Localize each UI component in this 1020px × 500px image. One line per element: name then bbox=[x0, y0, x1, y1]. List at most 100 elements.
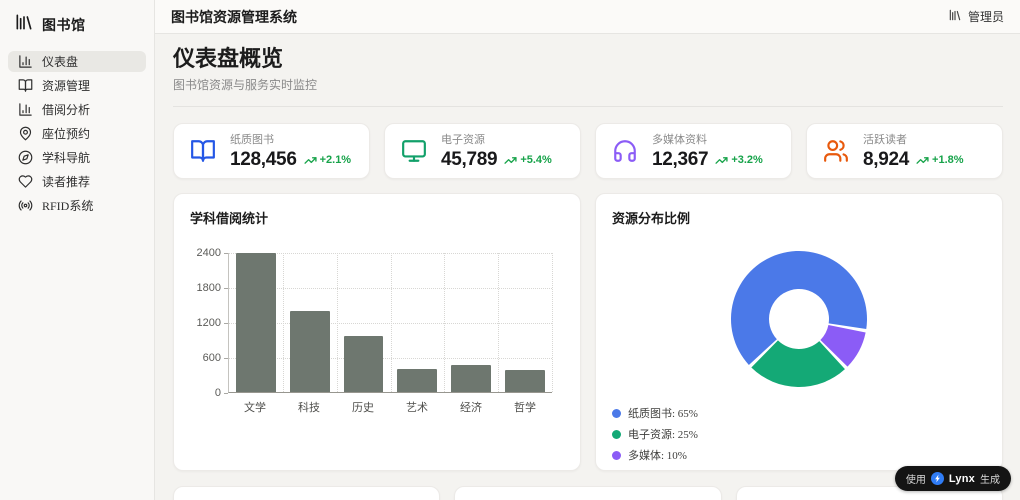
x-axis-label: 历史 bbox=[352, 402, 374, 415]
brand-logo: 图书馆 bbox=[8, 8, 146, 51]
sidebar-item-读者推荐[interactable]: 读者推荐 bbox=[8, 171, 146, 192]
sidebar-nav: 仪表盘资源管理借阅分析座位预约学科导航读者推荐 RFID系统 bbox=[8, 51, 146, 216]
bar-chart-icon bbox=[18, 54, 33, 69]
bottom-card-快速操作: 快速操作 bbox=[173, 486, 441, 500]
bar-历史 bbox=[343, 335, 384, 393]
sidebar-item-label: 学科导航 bbox=[42, 151, 91, 165]
sidebar: 图书馆 仪表盘资源管理借阅分析座位预约学科导航读者推荐 RFID系统 bbox=[0, 0, 155, 500]
legend-dot bbox=[612, 450, 621, 460]
donut-chart-card: 资源分布比例 纸质图书: 65% 电子资源: 25% 多媒体: 10% bbox=[595, 193, 1003, 472]
bar-chart-icon bbox=[18, 102, 33, 117]
sidebar-item-label: 仪表盘 bbox=[42, 55, 79, 69]
legend-label: 纸质图书: 65% bbox=[628, 408, 698, 421]
brand-name: 图书馆 bbox=[42, 18, 86, 34]
donut-chart-title: 资源分布比例 bbox=[612, 211, 691, 227]
trending-up-icon bbox=[304, 154, 317, 167]
monitor-icon bbox=[401, 138, 427, 164]
x-axis-label: 科技 bbox=[298, 402, 320, 415]
sidebar-item-资源管理[interactable]: 资源管理 bbox=[8, 75, 146, 96]
stat-trend: +1.8% bbox=[916, 154, 964, 167]
badge-prefix: 使用 bbox=[905, 475, 926, 486]
library-icon bbox=[948, 8, 962, 26]
stat-label: 纸质图书 bbox=[230, 134, 274, 147]
stat-trend: +2.1% bbox=[304, 154, 351, 167]
sidebar-item-学科导航[interactable]: 学科导航 bbox=[8, 147, 146, 168]
stat-trend: +5.4% bbox=[504, 154, 552, 167]
bar-哲学 bbox=[505, 369, 545, 393]
x-axis-label: 文学 bbox=[244, 402, 266, 415]
y-axis-tick-label: 1200 bbox=[196, 317, 221, 330]
bottom-card-系统状态: 系统状态 bbox=[454, 486, 722, 500]
bar-艺术 bbox=[397, 369, 438, 393]
stat-value: 8,924 bbox=[863, 149, 910, 171]
x-axis-label: 艺术 bbox=[406, 402, 428, 415]
users-icon bbox=[823, 138, 849, 164]
sidebar-item-仪表盘[interactable]: 仪表盘 bbox=[8, 51, 146, 72]
donut-chart bbox=[612, 239, 986, 399]
stat-card-电子资源: 电子资源 45,789 +5.4% bbox=[384, 123, 581, 180]
stat-label: 活跃读者 bbox=[863, 134, 907, 147]
sidebar-item-label: 资源管理 bbox=[42, 79, 91, 93]
badge-brand: Lynx bbox=[948, 472, 975, 485]
legend-item: 电子资源: 25% bbox=[612, 426, 698, 442]
x-axis-label: 经济 bbox=[460, 402, 482, 415]
app-root: 图书馆 仪表盘资源管理借阅分析座位预约学科导航读者推荐 RFID系统 图书馆资源管… bbox=[0, 0, 1020, 500]
main-column: 图书馆资源管理系统 管理员 仪表盘概览 图书馆资源与服务实时监控 纸质图书 128… bbox=[155, 0, 1020, 500]
page-header: 仪表盘概览 图书馆资源与服务实时监控 bbox=[173, 46, 1003, 108]
book-open-icon bbox=[190, 138, 216, 164]
x-axis-label: 哲学 bbox=[514, 402, 536, 415]
sidebar-item-label: 座位预约 bbox=[42, 127, 91, 141]
sidebar-item-label: 借阅分析 bbox=[42, 103, 91, 117]
sidebar-item-RFID系统[interactable]: RFID系统 bbox=[8, 195, 146, 216]
trending-up-icon bbox=[916, 154, 929, 167]
bar-chart-plot bbox=[228, 253, 553, 394]
stat-trend: +3.2% bbox=[715, 154, 763, 167]
legend-label: 多媒体: 10% bbox=[628, 450, 687, 463]
lynx-badge[interactable]: 使用 Lynx 生成 bbox=[894, 466, 1011, 491]
charts-row: 学科借阅统计 0 600 1200 1800 2400 文学 科技 历史 艺术 经济 哲学 资源分布… bbox=[173, 193, 1003, 472]
lynx-logo-icon bbox=[930, 472, 944, 485]
stat-body: 纸质图书 128,456 +2.1% bbox=[230, 131, 351, 171]
book-open-icon bbox=[18, 78, 33, 93]
stat-body: 活跃读者 8,924 +1.8% bbox=[863, 131, 964, 171]
page-title: 仪表盘概览 bbox=[173, 46, 284, 71]
y-axis-tick bbox=[224, 393, 228, 395]
trending-up-icon bbox=[504, 154, 517, 167]
sidebar-item-label: 读者推荐 bbox=[42, 175, 91, 189]
stat-value: 128,456 bbox=[230, 149, 297, 171]
library-icon bbox=[14, 12, 34, 37]
y-axis-tick-label: 2400 bbox=[196, 247, 221, 260]
legend-item: 纸质图书: 65% bbox=[612, 405, 698, 421]
y-axis-tick-label: 600 bbox=[202, 352, 221, 365]
sidebar-item-借阅分析[interactable]: 借阅分析 bbox=[8, 99, 146, 120]
bar-chart-title: 学科借阅统计 bbox=[190, 211, 269, 227]
radio-icon bbox=[18, 198, 33, 213]
bar-chart: 0 600 1200 1800 2400 文学 科技 历史 艺术 经济 哲学 bbox=[190, 247, 564, 415]
trending-up-icon bbox=[715, 154, 728, 167]
stat-label: 多媒体资料 bbox=[652, 134, 707, 147]
legend-item: 多媒体: 10% bbox=[612, 447, 698, 463]
stat-card-多媒体资料: 多媒体资料 12,367 +3.2% bbox=[595, 123, 792, 180]
stat-body: 多媒体资料 12,367 +3.2% bbox=[652, 131, 763, 171]
stats-row: 纸质图书 128,456 +2.1% 电子资源 45,789 +5.4% 多媒体资料 12,3… bbox=[173, 123, 1003, 180]
compass-icon bbox=[18, 150, 33, 165]
stat-value: 12,367 bbox=[652, 149, 709, 171]
bar-经济 bbox=[451, 365, 492, 393]
content-area: 仪表盘概览 图书馆资源与服务实时监控 纸质图书 128,456 +2.1% 电子资源 4… bbox=[155, 34, 1020, 500]
headphones-icon bbox=[612, 138, 638, 164]
stat-card-活跃读者: 活跃读者 8,924 +1.8% bbox=[806, 123, 1003, 180]
donut-legend: 纸质图书: 65% 电子资源: 25% 多媒体: 10% bbox=[612, 400, 698, 463]
bar-科技 bbox=[289, 311, 330, 393]
bottom-cards-row: 快速操作系统状态最近通知 bbox=[173, 486, 1003, 500]
user-menu[interactable]: 管理员 bbox=[948, 8, 1004, 26]
sidebar-item-座位预约[interactable]: 座位预约 bbox=[8, 123, 146, 144]
page-subtitle: 图书馆资源与服务实时监控 bbox=[173, 78, 318, 93]
app-title: 图书馆资源管理系统 bbox=[171, 10, 297, 26]
legend-dot bbox=[612, 429, 621, 439]
bar-chart-card: 学科借阅统计 0 600 1200 1800 2400 文学 科技 历史 艺术 经济 哲学 bbox=[173, 193, 581, 472]
stat-body: 电子资源 45,789 +5.4% bbox=[441, 131, 552, 171]
topbar: 图书馆资源管理系统 管理员 bbox=[155, 0, 1020, 34]
gridline bbox=[552, 253, 553, 393]
badge-suffix: 生成 bbox=[980, 475, 1000, 486]
legend-label: 电子资源: 25% bbox=[628, 429, 698, 442]
